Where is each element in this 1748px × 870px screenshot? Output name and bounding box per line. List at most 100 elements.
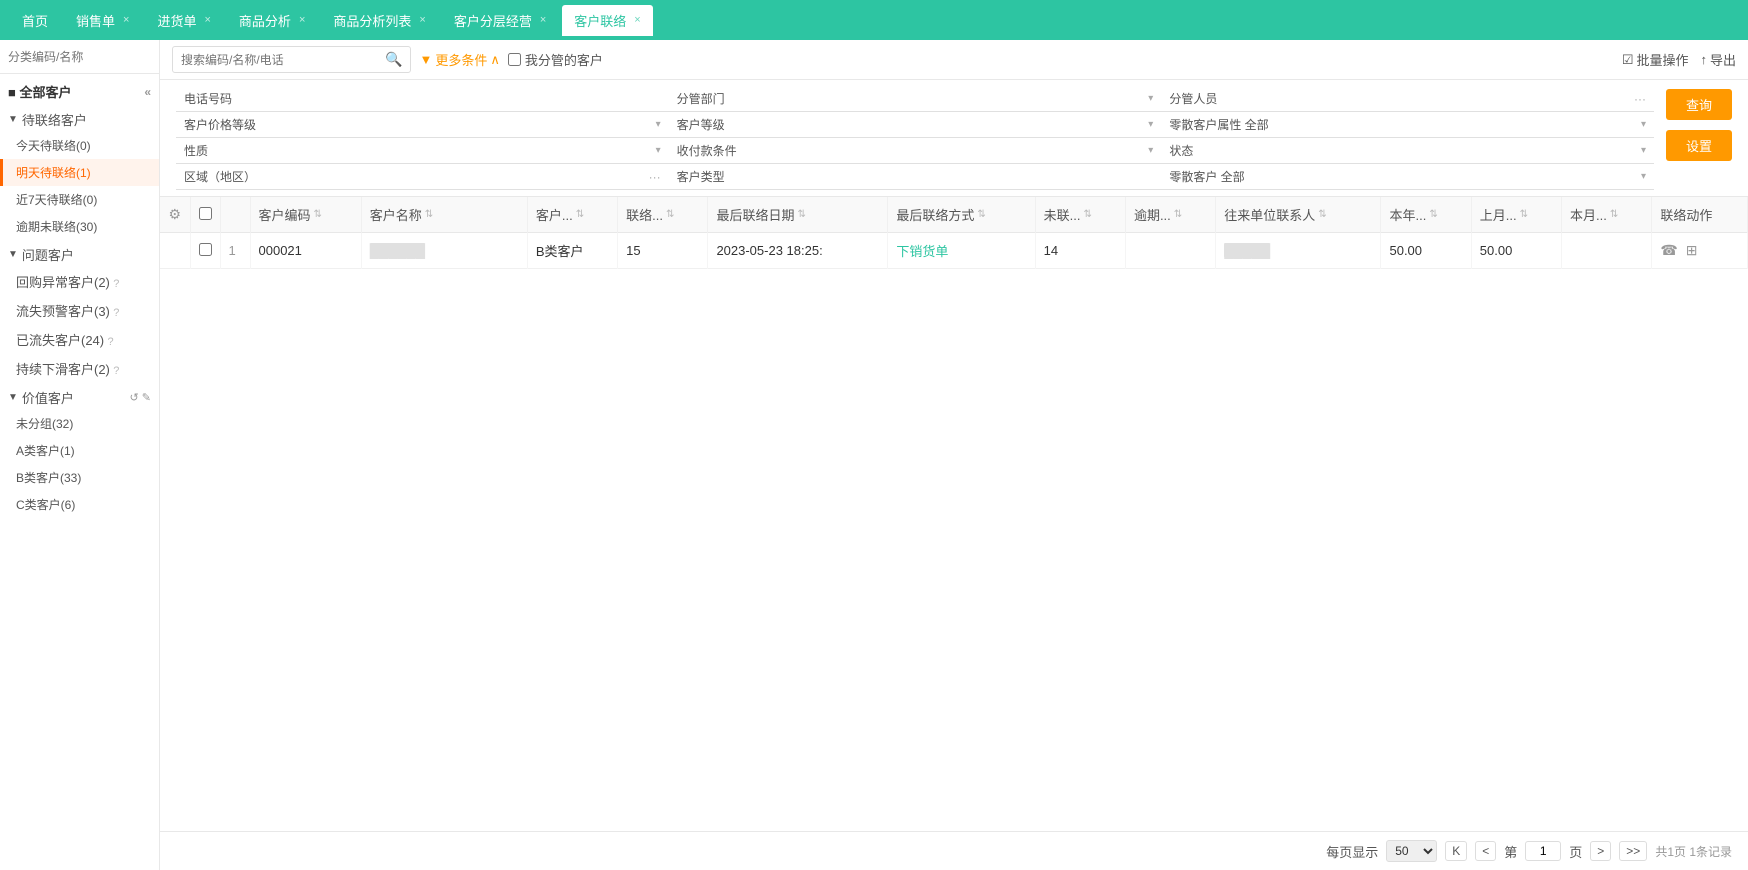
content-area: 🔍 ▼ 更多条件 ∧ 我分管的客户 ☑ 批量操作 ↑ 导出: [160, 40, 1748, 870]
status-dropdown-icon: ▾: [1641, 145, 1646, 156]
row-last-way[interactable]: 下销货单: [888, 233, 1035, 269]
sidebar-item-7days-contact[interactable]: 近7天待联络(0): [0, 186, 159, 213]
close-purchase-icon[interactable]: ×: [204, 14, 210, 26]
filter-icon: ▼: [419, 52, 432, 67]
pending-group-header[interactable]: ▼ 待联络客户: [0, 105, 159, 132]
page-unit: 页: [1569, 842, 1582, 861]
region-dots-icon[interactable]: ···: [649, 170, 661, 184]
nav-item-analysis[interactable]: 商品分析 ×: [227, 5, 317, 36]
col-no-contact[interactable]: 未联...⇅: [1035, 197, 1125, 233]
sort-code-icon: ⇅: [314, 209, 322, 220]
col-contact[interactable]: 联络...⇅: [618, 197, 708, 233]
filter-retail-attr: 零散客户属性 全部 ▾: [1161, 112, 1654, 138]
sidebar-item-b-type[interactable]: B类客户(33): [0, 464, 159, 491]
problem-group-header[interactable]: ▼ 问题客户: [0, 240, 159, 267]
top-nav: 首页 销售单 × 进货单 × 商品分析 × 商品分析列表 × 客户分层经营 × …: [0, 0, 1748, 40]
filter-price-level: 客户价格等级 ▾: [176, 112, 669, 138]
filter-dept: 分管部门 ▾: [669, 86, 1162, 112]
sidebar-item-repurchase-abnormal[interactable]: 回购异常客户(2) ?: [0, 267, 159, 296]
filter-customer-type-label: 客户类型: [677, 168, 752, 185]
close-customer-segment-icon[interactable]: ×: [540, 14, 546, 26]
sidebar-search-bar: 🔍: [0, 40, 159, 74]
sidebar-item-ungrouped[interactable]: 未分组(32): [0, 410, 159, 437]
my-customers-checkbox[interactable]: 我分管的客户: [508, 50, 603, 69]
nav-item-analysis-list[interactable]: 商品分析列表 ×: [321, 5, 437, 36]
col-code[interactable]: 客户编码⇅: [250, 197, 361, 233]
sort-name-icon: ⇅: [425, 209, 433, 220]
close-customer-contact-icon[interactable]: ×: [634, 14, 640, 26]
page-size-select[interactable]: 50 100 200: [1386, 840, 1437, 862]
sort-contact-icon: ⇅: [666, 209, 674, 220]
row-checkbox[interactable]: [190, 233, 220, 269]
filter-phone-input[interactable]: [265, 92, 661, 106]
more-conditions-btn[interactable]: ▼ 更多条件 ∧: [419, 50, 499, 69]
customer-level-dropdown-icon: ▾: [1148, 119, 1153, 130]
value-group-header[interactable]: ▼ 价值客户 ↺ ✎: [0, 383, 159, 410]
my-customers-check-input[interactable]: [508, 53, 521, 66]
page-number-input[interactable]: [1525, 841, 1561, 861]
row-contact: 15: [618, 233, 708, 269]
row-last-way-link[interactable]: 下销货单: [896, 244, 948, 259]
filter-dept-label: 分管部门: [677, 90, 752, 107]
filter-person-label: 分管人员: [1169, 90, 1244, 107]
col-unit-contact[interactable]: 往来单位联系人⇅: [1216, 197, 1381, 233]
select-all-checkbox[interactable]: [199, 207, 212, 220]
data-table-area: ⚙ 客户编码⇅ 客户名称⇅ 客户...⇅: [160, 197, 1748, 831]
close-analysis-list-icon[interactable]: ×: [419, 14, 425, 26]
nav-item-sales[interactable]: 销售单 ×: [64, 5, 141, 36]
row-overdue: [1125, 233, 1215, 269]
nav-item-customer-contact[interactable]: 客户联络 ×: [562, 5, 652, 36]
col-type[interactable]: 客户...⇅: [527, 197, 617, 233]
sort-last-month-icon: ⇅: [1520, 209, 1528, 220]
col-last-way[interactable]: 最后联络方式⇅: [888, 197, 1035, 233]
sidebar-item-overdue-contact[interactable]: 逾期未联络(30): [0, 213, 159, 240]
col-overdue[interactable]: 逾期...⇅: [1125, 197, 1215, 233]
col-settings[interactable]: ⚙: [160, 197, 190, 233]
col-last-month[interactable]: 上月...⇅: [1471, 197, 1561, 233]
close-analysis-icon[interactable]: ×: [299, 14, 305, 26]
col-this-year[interactable]: 本年...⇅: [1381, 197, 1471, 233]
value-group-icons: ↺ ✎: [130, 391, 152, 404]
query-button[interactable]: 查询: [1666, 89, 1732, 120]
problem-triangle-icon: ▼: [8, 249, 18, 260]
filter-region-label: 区域（地区）: [184, 168, 259, 185]
col-last-date[interactable]: 最后联络日期⇅: [708, 197, 888, 233]
col-checkbox[interactable]: [190, 197, 220, 233]
last-page-btn[interactable]: >>: [1619, 841, 1647, 861]
batch-op-btn[interactable]: ☑ 批量操作: [1622, 50, 1689, 69]
search-input[interactable]: [181, 53, 381, 67]
set-button[interactable]: 设置: [1666, 130, 1732, 161]
close-sales-icon[interactable]: ×: [123, 14, 129, 26]
sidebar-item-a-type[interactable]: A类客户(1): [0, 437, 159, 464]
collapse-icon[interactable]: «: [144, 85, 151, 99]
row-action-phone-icon[interactable]: ☎: [1660, 242, 1677, 259]
sidebar-item-declining[interactable]: 持续下滑客户(2) ?: [0, 354, 159, 383]
nav-item-purchase[interactable]: 进货单 ×: [145, 5, 222, 36]
sidebar-search-input[interactable]: [8, 50, 160, 64]
filter-customer-level-label: 客户等级: [677, 116, 752, 133]
all-customers-header[interactable]: ■ 全部客户 «: [0, 74, 159, 105]
checkbox-icon: ☑: [1622, 52, 1634, 68]
first-page-btn[interactable]: K: [1445, 841, 1467, 861]
col-name[interactable]: 客户名称⇅: [361, 197, 527, 233]
person-dots-icon[interactable]: ···: [1634, 92, 1646, 106]
row-select-checkbox[interactable]: [199, 243, 212, 256]
nav-item-customer-segment[interactable]: 客户分层经营 ×: [442, 5, 558, 36]
nav-home[interactable]: 首页: [10, 5, 60, 36]
table-settings-icon[interactable]: ⚙: [168, 206, 181, 222]
filter-payment-label: 收付款条件: [677, 142, 752, 159]
col-this-month[interactable]: 本月...⇅: [1562, 197, 1652, 233]
search-icon[interactable]: 🔍: [385, 51, 402, 68]
sidebar-item-churned[interactable]: 已流失客户(24) ?: [0, 325, 159, 354]
row-action-grid-icon[interactable]: ⊞: [1686, 242, 1698, 259]
page-label: 第: [1504, 842, 1517, 861]
sidebar-item-c-type[interactable]: C类客户(6): [0, 491, 159, 518]
sidebar-item-today-contact[interactable]: 今天待联络(0): [0, 132, 159, 159]
export-btn[interactable]: ↑ 导出: [1700, 50, 1736, 69]
sort-no-contact-icon: ⇅: [1084, 209, 1092, 220]
prev-page-btn[interactable]: <: [1475, 841, 1496, 861]
sidebar-item-churn-warning[interactable]: 流失预警客户(3) ?: [0, 296, 159, 325]
sidebar-item-tomorrow-contact[interactable]: 明天待联络(1): [0, 159, 159, 186]
next-page-btn[interactable]: >: [1590, 841, 1611, 861]
retail-attr-dropdown-icon: ▾: [1641, 119, 1646, 130]
